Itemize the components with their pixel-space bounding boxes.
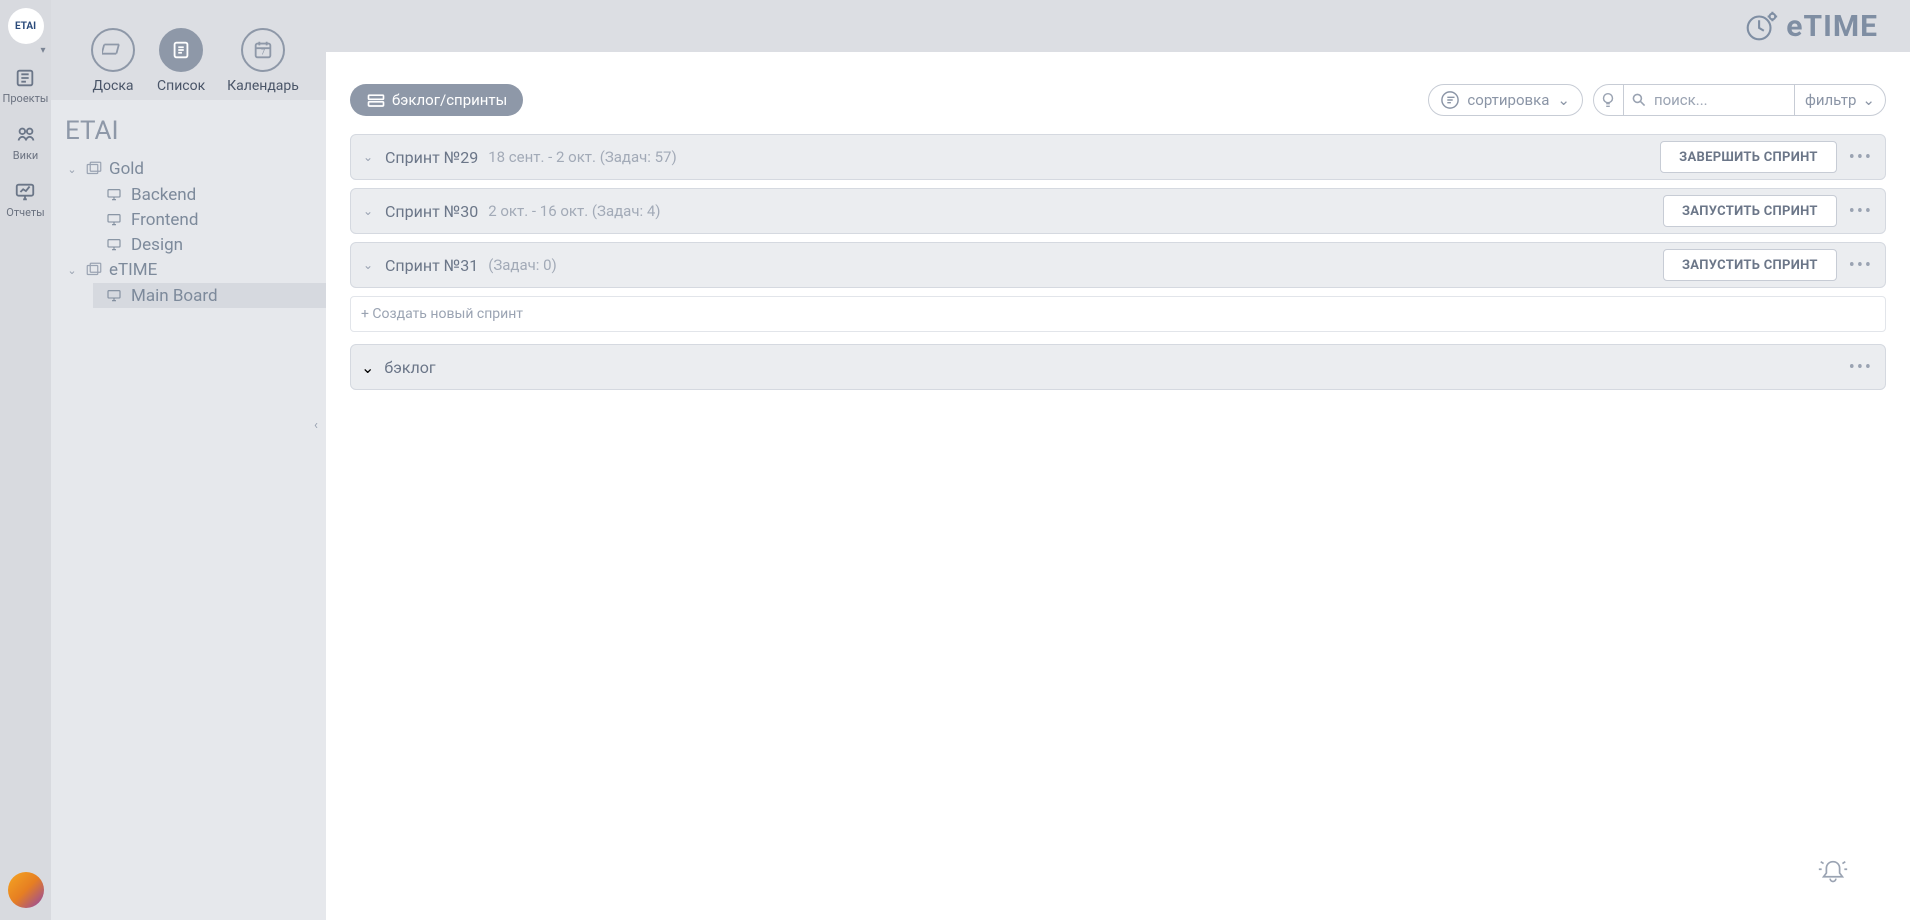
workspace-logo-text: ETAI [15, 21, 36, 32]
chevron-down-icon: ⌄ [1557, 91, 1570, 109]
chevron-down-icon: ⌄ [65, 163, 79, 176]
start-sprint-button[interactable]: ЗАПУСТИТЬ СПРИНТ [1663, 195, 1837, 227]
rail-item-wiki[interactable]: Вики [12, 123, 40, 162]
tab-label: Календарь [227, 78, 299, 94]
chevron-down-icon: ▾ [40, 45, 45, 56]
brand-rest: TIME [1803, 9, 1878, 44]
filter-label: фильтр [1805, 91, 1856, 109]
tree-board-backend[interactable]: Backend [93, 182, 326, 207]
search-icon [1624, 92, 1654, 108]
backlog-row: ⌄ бэклог ••• [350, 344, 1886, 390]
rail-item-label: Вики [13, 149, 39, 162]
search-input[interactable] [1654, 91, 1794, 109]
sprint-row: ⌄ Спринт №29 18 сент. - 2 окт. (Задач: 5… [350, 134, 1886, 180]
brand-logo: eTIME [1742, 7, 1878, 45]
filter-dropdown[interactable]: фильтр ⌄ [1794, 85, 1885, 115]
search-filter-group: фильтр ⌄ [1593, 84, 1886, 116]
sprint-meta: 18 сент. - 2 окт. (Задач: 57) [488, 148, 677, 166]
sprint-meta: 2 окт. - 16 окт. (Задач: 4) [488, 202, 660, 220]
chevron-down-icon: ⌄ [65, 264, 79, 277]
tab-label: Список [157, 78, 205, 94]
project-tree: ⌄ Gold Backend Frontend [51, 156, 326, 308]
hint-button[interactable] [1594, 85, 1624, 115]
start-sprint-button[interactable]: ЗАПУСТИТЬ СПРИНТ [1663, 249, 1837, 281]
rail-item-reports[interactable]: Отчеты [6, 180, 44, 219]
stack-icon [366, 93, 384, 107]
tree-board-frontend[interactable]: Frontend [93, 207, 326, 232]
board-icon [102, 39, 124, 61]
avatar[interactable] [8, 872, 44, 908]
sprint-meta: (Задач: 0) [488, 256, 557, 274]
sort-icon [1441, 91, 1459, 109]
chevron-down-icon[interactable]: ⌄ [361, 358, 374, 377]
board-icon [105, 237, 123, 253]
complete-sprint-button[interactable]: ЗАВЕРШИТЬ СПРИНТ [1660, 141, 1837, 173]
collapse-sidebar-button[interactable]: ‹ [314, 418, 328, 432]
bulb-icon [1599, 91, 1617, 109]
rail-item-projects[interactable]: Проекты [3, 66, 49, 105]
workspace-logo[interactable]: ETAI ▾ [8, 8, 44, 44]
left-rail: ETAI ▾ Проекты Вики Отчеты [0, 0, 51, 920]
rail-item-label: Отчеты [6, 206, 44, 219]
svg-text:7: 7 [261, 48, 265, 57]
folder-icon [85, 160, 103, 178]
tree-label: eTIME [109, 260, 157, 280]
tree-node-etime[interactable]: ⌄ eTIME [65, 257, 326, 283]
project-title: ETAI [51, 100, 326, 156]
calendar-icon: 7 [252, 39, 274, 61]
tree-label: Backend [131, 185, 196, 205]
sidebar: Доска Список 7 Календарь ETAI ⌄ [51, 0, 326, 920]
create-sprint-button[interactable]: + Создать новый спринт [350, 296, 1886, 332]
toggle-label: бэклог/спринты [392, 91, 507, 109]
sprint-name: Спринт №31 [385, 256, 478, 275]
create-sprint-label: + Создать новый спринт [361, 306, 523, 322]
tree-label: Design [131, 235, 183, 255]
tree-label: Frontend [131, 210, 198, 230]
more-icon[interactable]: ••• [1847, 255, 1875, 276]
view-tabs: Доска Список 7 Календарь [51, 0, 326, 100]
board-icon [105, 187, 123, 203]
tree-board-main-board[interactable]: Main Board [93, 283, 326, 308]
sprint-name: Спринт №29 [385, 148, 478, 167]
more-icon[interactable]: ••• [1847, 201, 1875, 222]
sprint-list: ⌄ Спринт №29 18 сент. - 2 окт. (Задач: 5… [326, 134, 1910, 390]
reports-icon [11, 180, 39, 204]
tab-label: Доска [92, 78, 133, 94]
tree-node-gold[interactable]: ⌄ Gold [65, 156, 326, 182]
wiki-icon [12, 123, 40, 147]
backlog-sprints-toggle[interactable]: бэклог/спринты [350, 84, 523, 116]
sprint-row: ⌄ Спринт №30 2 окт. - 16 окт. (Задач: 4)… [350, 188, 1886, 234]
rail-item-label: Проекты [3, 92, 49, 105]
tab-board[interactable]: Доска [91, 28, 135, 94]
sprint-name: Спринт №30 [385, 202, 478, 221]
backlog-label: бэклог [384, 358, 435, 377]
chevron-down-icon[interactable]: ⌄ [361, 204, 375, 218]
tab-list[interactable]: Список [157, 28, 205, 94]
list-icon [170, 39, 192, 61]
chevron-down-icon[interactable]: ⌄ [361, 150, 375, 164]
more-icon[interactable]: ••• [1847, 357, 1875, 378]
tree-label: Gold [109, 159, 144, 179]
clock-gear-icon [1742, 7, 1780, 45]
main-content: eTIME бэклог/спринты сортировка ⌄ [326, 0, 1910, 920]
sort-label: сортировка [1467, 91, 1549, 109]
board-icon [105, 212, 123, 228]
more-icon[interactable]: ••• [1847, 147, 1875, 168]
projects-icon [11, 66, 39, 90]
chevron-down-icon[interactable]: ⌄ [361, 258, 375, 272]
sprint-row: ⌄ Спринт №31 (Задач: 0) ЗАПУСТИТЬ СПРИНТ… [350, 242, 1886, 288]
folder-icon [85, 261, 103, 279]
tree-label: Main Board [131, 286, 218, 306]
board-icon [105, 288, 123, 304]
tree-board-design[interactable]: Design [93, 232, 326, 257]
tab-calendar[interactable]: 7 Календарь [227, 28, 299, 94]
brand-e: e [1786, 9, 1803, 44]
chevron-down-icon: ⌄ [1862, 91, 1875, 109]
header-bar: eTIME [326, 0, 1910, 52]
notifications-button[interactable] [1816, 856, 1850, 890]
sort-dropdown[interactable]: сортировка ⌄ [1428, 84, 1583, 116]
toolbar: бэклог/спринты сортировка ⌄ [326, 52, 1910, 134]
